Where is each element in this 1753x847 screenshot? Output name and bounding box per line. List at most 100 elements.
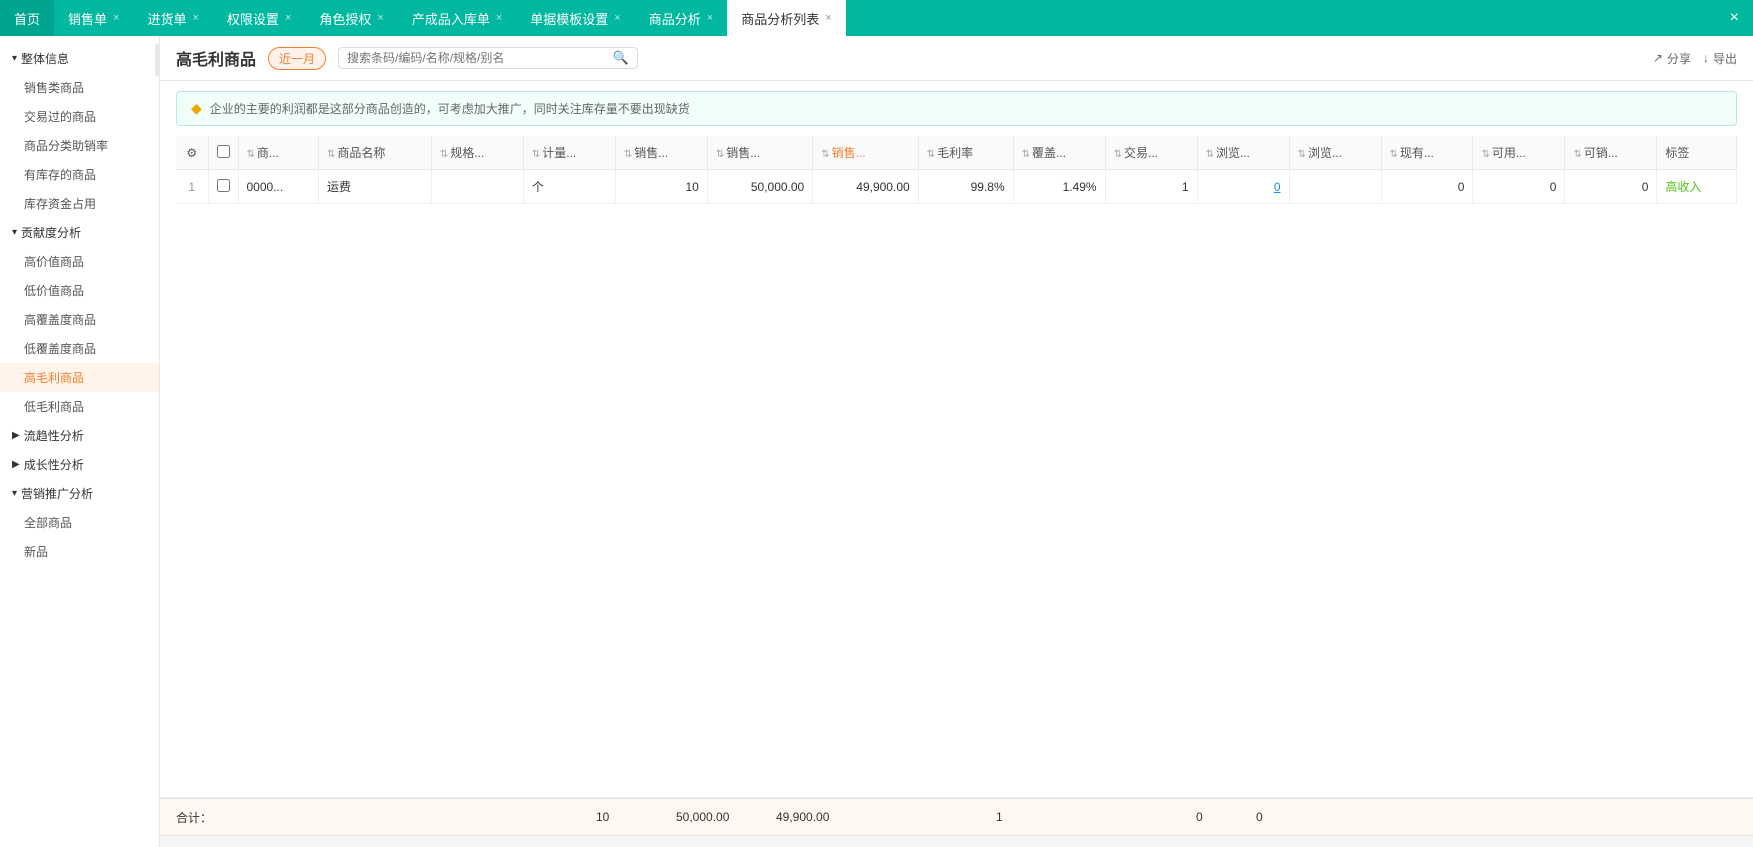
info-text: 企业的主要的利润都是这部分商品创造的，可考虑加大推广，同时关注库存量不要出现缺货	[210, 100, 690, 117]
row-stock2: 0	[1473, 170, 1565, 204]
nav-product-storage[interactable]: 产成品入库单 ×	[398, 0, 516, 36]
info-icon: ◆	[191, 100, 202, 117]
row-sales2: 50,000.00	[707, 170, 812, 204]
sidebar-item-high-coverage[interactable]: 高覆盖度商品	[0, 305, 159, 334]
footer-total: 合计： 10 50,000.00 49,900.00 1 0 0	[160, 797, 1753, 835]
page-title: 高毛利商品	[176, 46, 256, 70]
col-stock2[interactable]: ⇅可用...	[1473, 136, 1565, 170]
col-code[interactable]: ⇅商...	[238, 136, 318, 170]
top-navigation: 首页 销售单 × 进货单 × 权限设置 × 角色授权 × 产成品入库单 × 单据…	[0, 0, 1753, 36]
col-gross[interactable]: ⇅毛利率	[918, 136, 1013, 170]
sidebar-group-trend[interactable]: ▶ 流趋性分析	[0, 421, 159, 450]
share-icon: ↗	[1653, 51, 1663, 65]
sidebar: « ▾ 整体信息 销售类商品 交易过的商品 商品分类助销率 有库存的商品 库存资…	[0, 36, 160, 847]
sidebar-group-contribution[interactable]: ▾ 贡献度分析	[0, 218, 159, 247]
row-coverage: 1.49%	[1013, 170, 1105, 204]
chevron-right-icon: ▶	[12, 459, 20, 470]
chevron-down-icon: ▾	[12, 488, 17, 499]
chevron-down-icon: ▾	[12, 227, 17, 238]
sidebar-group-overall[interactable]: ▾ 整体信息	[0, 44, 159, 73]
sidebar-item-stock-capital[interactable]: 库存资金占用	[0, 189, 159, 218]
sidebar-group-marketing[interactable]: ▾ 营销推广分析	[0, 479, 159, 508]
close-all-button[interactable]: ×	[1716, 9, 1753, 27]
info-banner: ◆ 企业的主要的利润都是这部分商品创造的，可考虑加大推广，同时关注库存量不要出现…	[176, 91, 1737, 126]
filter-month-button[interactable]: 近一月	[268, 47, 326, 70]
col-unit[interactable]: ⇅计量...	[523, 136, 615, 170]
share-button[interactable]: ↗ 分享	[1653, 50, 1691, 67]
sidebar-item-high-value[interactable]: 高价值商品	[0, 247, 159, 276]
nav-sales[interactable]: 销售单 ×	[54, 0, 133, 36]
close-icon[interactable]: ×	[113, 12, 119, 24]
chevron-right-icon: ▶	[12, 430, 20, 441]
nav-purchase[interactable]: 进货单 ×	[133, 0, 212, 36]
search-input[interactable]	[347, 51, 613, 65]
close-icon[interactable]: ×	[377, 12, 383, 24]
close-icon[interactable]: ×	[496, 12, 502, 24]
search-icon[interactable]: 🔍	[613, 50, 629, 66]
nav-product-analysis[interactable]: 商品分析 ×	[635, 0, 727, 36]
close-icon[interactable]: ×	[192, 12, 198, 24]
footer-values: 10 50,000.00 49,900.00 1 0 0	[256, 810, 1737, 824]
row-index: 1	[176, 170, 208, 204]
col-stock3[interactable]: ⇅可销...	[1565, 136, 1657, 170]
footer-sales3: 49,900.00	[776, 810, 876, 824]
row-gross: 99.8%	[918, 170, 1013, 204]
table-header-row: ⚙ ⇅商... ⇅商品名称 ⇅规格... ⇅计量... ⇅销售... ⇅销售..…	[176, 136, 1737, 170]
data-table-container: ⚙ ⇅商... ⇅商品名称 ⇅规格... ⇅计量... ⇅销售... ⇅销售..…	[160, 136, 1753, 797]
close-icon[interactable]: ×	[614, 12, 620, 24]
close-icon[interactable]: ×	[285, 12, 291, 24]
col-sales1[interactable]: ⇅销售...	[615, 136, 707, 170]
row-browse2	[1289, 170, 1381, 204]
col-trade[interactable]: ⇅交易...	[1105, 136, 1197, 170]
main-content: 高毛利商品 近一月 🔍 ↗ 分享 ↓ 导出 ◆ 企业的主要的利润都是这部分商品创…	[160, 36, 1753, 847]
sidebar-item-low-value[interactable]: 低价值商品	[0, 276, 159, 305]
col-stock1[interactable]: ⇅现有...	[1381, 136, 1473, 170]
col-browse2[interactable]: ⇅浏览...	[1289, 136, 1381, 170]
sidebar-collapse-button[interactable]: «	[155, 44, 160, 76]
sidebar-item-traded-goods[interactable]: 交易过的商品	[0, 102, 159, 131]
product-table: ⚙ ⇅商... ⇅商品名称 ⇅规格... ⇅计量... ⇅销售... ⇅销售..…	[176, 136, 1737, 204]
sidebar-group-growth[interactable]: ▶ 成长性分析	[0, 450, 159, 479]
sidebar-item-low-margin[interactable]: 低毛利商品	[0, 392, 159, 421]
footer-sales1: 10	[596, 810, 676, 824]
row-name[interactable]: 运费	[318, 170, 431, 204]
close-icon[interactable]: ×	[707, 12, 713, 24]
col-checkbox[interactable]	[208, 136, 238, 170]
nav-product-analysis-list[interactable]: 商品分析列表 ×	[727, 0, 845, 36]
sidebar-item-category-rate[interactable]: 商品分类助销率	[0, 131, 159, 160]
horizontal-scrollbar[interactable]	[160, 835, 1753, 847]
sidebar-item-new-goods[interactable]: 新品	[0, 537, 159, 566]
sidebar-item-all-goods[interactable]: 全部商品	[0, 508, 159, 537]
nav-role[interactable]: 角色授权 ×	[305, 0, 397, 36]
chevron-down-icon: ▾	[12, 53, 17, 64]
col-spec[interactable]: ⇅规格...	[431, 136, 523, 170]
export-icon: ↓	[1703, 51, 1709, 65]
row-browse1[interactable]: 0	[1197, 170, 1289, 204]
row-unit: 个	[523, 170, 615, 204]
row-checkbox[interactable]	[208, 170, 238, 204]
col-settings[interactable]: ⚙	[176, 136, 208, 170]
row-trade: 1	[1105, 170, 1197, 204]
nav-template[interactable]: 单据模板设置 ×	[516, 0, 634, 36]
col-browse1[interactable]: ⇅浏览...	[1197, 136, 1289, 170]
col-sales2[interactable]: ⇅销售...	[707, 136, 812, 170]
sidebar-item-instock-goods[interactable]: 有库存的商品	[0, 160, 159, 189]
row-sales3: 49,900.00	[813, 170, 918, 204]
sidebar-item-sales-goods[interactable]: 销售类商品	[0, 73, 159, 102]
nav-home[interactable]: 首页	[0, 0, 54, 36]
footer-stock1: 0	[1196, 810, 1256, 824]
close-icon[interactable]: ×	[825, 12, 831, 24]
footer-trade: 1	[996, 810, 1076, 824]
col-coverage[interactable]: ⇅覆盖...	[1013, 136, 1105, 170]
sidebar-item-low-coverage[interactable]: 低覆盖度商品	[0, 334, 159, 363]
row-stock3: 0	[1565, 170, 1657, 204]
col-tag: 标签	[1657, 136, 1737, 170]
col-name[interactable]: ⇅商品名称	[318, 136, 431, 170]
col-sales3[interactable]: ⇅销售...	[813, 136, 918, 170]
content-header: 高毛利商品 近一月 🔍 ↗ 分享 ↓ 导出	[160, 36, 1753, 81]
header-actions: ↗ 分享 ↓ 导出	[1653, 50, 1737, 67]
select-all-checkbox[interactable]	[217, 145, 230, 158]
export-button[interactable]: ↓ 导出	[1703, 50, 1737, 67]
sidebar-item-high-margin[interactable]: 高毛利商品	[0, 363, 159, 392]
nav-permission[interactable]: 权限设置 ×	[213, 0, 305, 36]
